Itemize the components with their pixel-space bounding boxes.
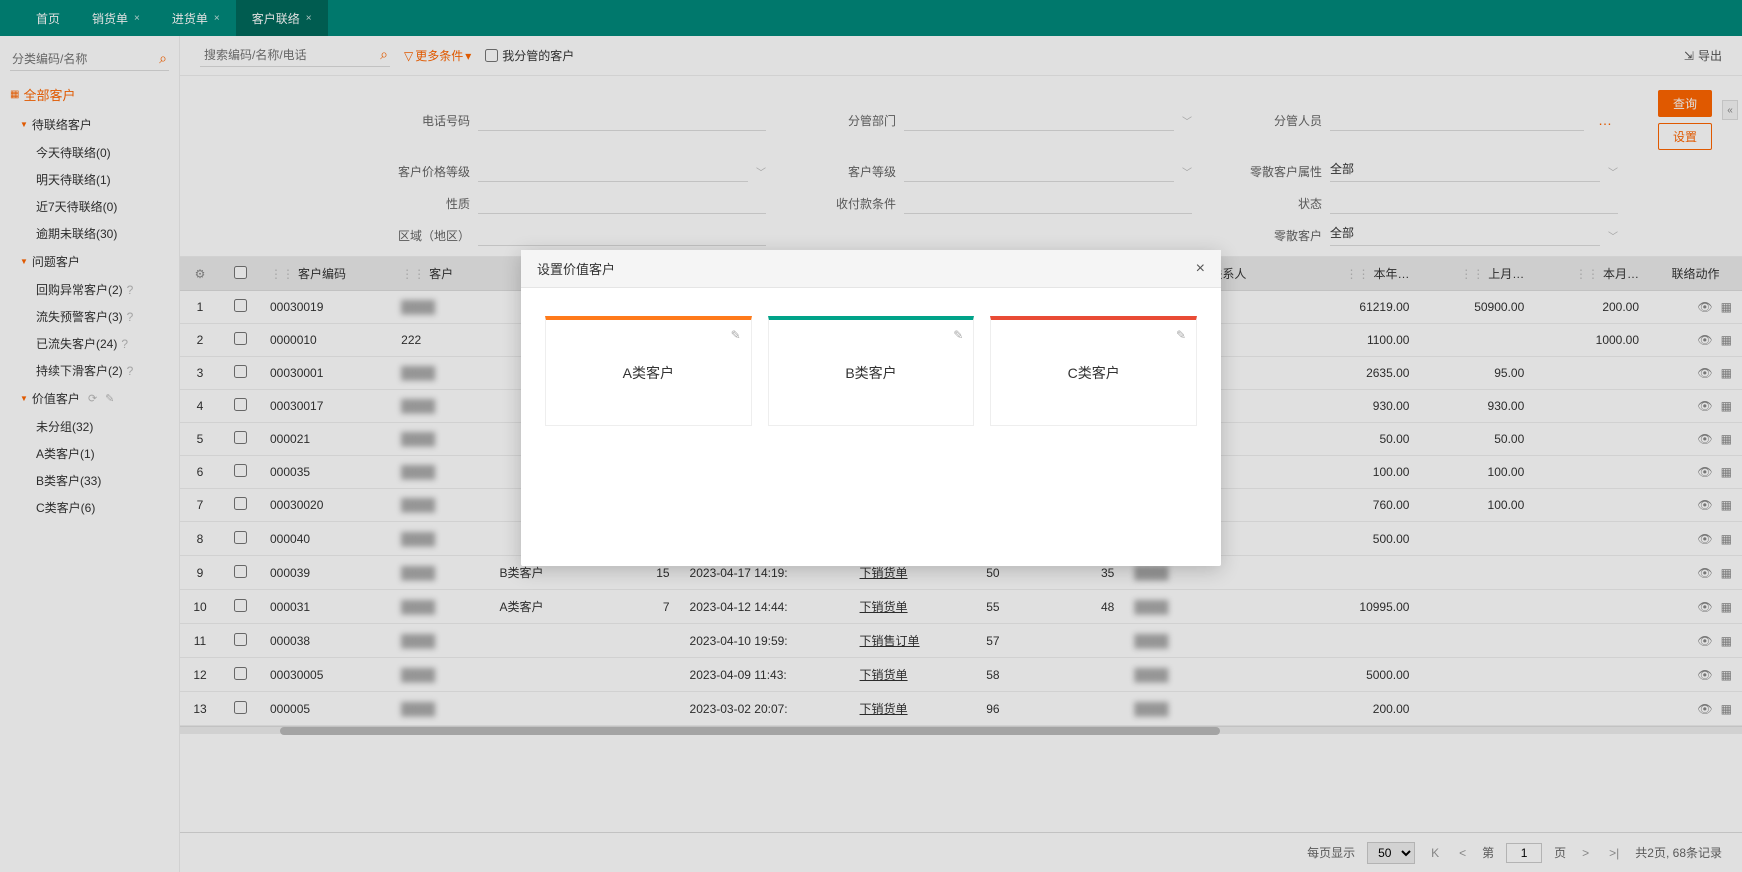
value-customer-dialog: 设置价值客户 × ✎ A类客户 ✎ B类客户 ✎ C类客户 [521, 250, 1221, 566]
card-label: A类客户 [623, 363, 674, 383]
dialog-title: 设置价值客户 [537, 259, 615, 278]
card-label: C类客户 [1068, 363, 1120, 383]
card-c[interactable]: ✎ C类客户 [990, 316, 1197, 426]
close-icon[interactable]: × [1196, 260, 1205, 278]
card-label: B类客户 [845, 363, 896, 383]
edit-icon[interactable]: ✎ [953, 328, 963, 342]
card-a[interactable]: ✎ A类客户 [545, 316, 752, 426]
modal-overlay[interactable]: 设置价值客户 × ✎ A类客户 ✎ B类客户 ✎ C类客户 [0, 0, 1742, 872]
edit-icon[interactable]: ✎ [731, 328, 741, 342]
edit-icon[interactable]: ✎ [1176, 328, 1186, 342]
card-b[interactable]: ✎ B类客户 [768, 316, 975, 426]
